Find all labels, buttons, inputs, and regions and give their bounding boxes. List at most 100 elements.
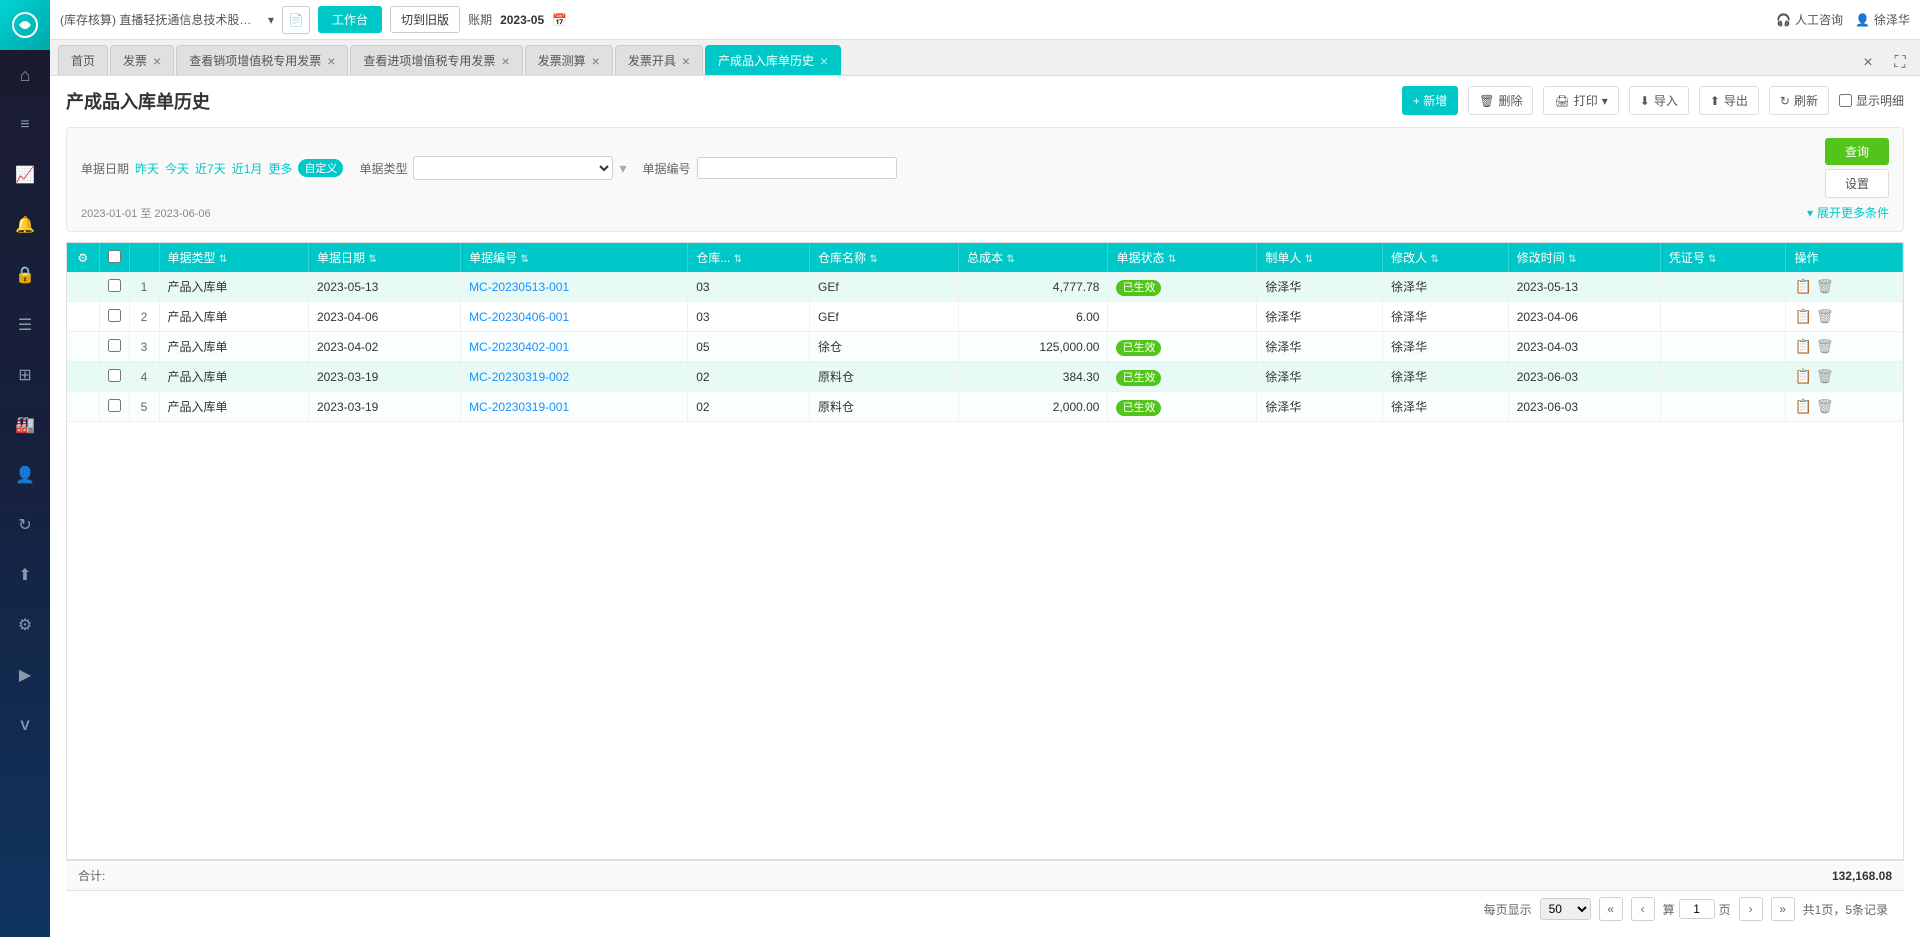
delete-button[interactable]: 🗑 删除 — [1468, 86, 1533, 115]
cell-number[interactable]: MC-20230513-001 — [461, 272, 688, 302]
tab-home[interactable]: 首页 — [58, 45, 108, 75]
th-warehouse-code[interactable]: 仓库... ⇅ — [688, 243, 810, 272]
switch-version-button[interactable]: 切到旧版 — [390, 6, 460, 33]
cell-number[interactable]: MC-20230406-001 — [461, 302, 688, 332]
th-type[interactable]: 单据类型 ⇅ — [159, 243, 308, 272]
sidebar-item-alert[interactable]: 🔔 — [0, 200, 50, 250]
sidebar-item-chart[interactable]: 📈 — [0, 150, 50, 200]
row-checkbox-2[interactable] — [108, 339, 121, 352]
number-link[interactable]: MC-20230402-001 — [469, 340, 569, 354]
cell-check[interactable] — [99, 272, 129, 302]
tab-product-history[interactable]: 产成品入库单历史 × — [705, 45, 841, 75]
sidebar-item-v[interactable]: V — [0, 700, 50, 750]
number-link[interactable]: MC-20230513-001 — [469, 280, 569, 294]
cell-number[interactable]: MC-20230402-001 — [461, 332, 688, 362]
th-warehouse-name[interactable]: 仓库名称 ⇅ — [810, 243, 959, 272]
th-voucher[interactable]: 凭证号 ⇅ — [1660, 243, 1786, 272]
th-number[interactable]: 单据编号 ⇅ — [461, 243, 688, 272]
per-page-select[interactable]: 50 100 200 — [1540, 898, 1591, 920]
print-button[interactable]: 🖨 打印 ▾ — [1543, 86, 1618, 115]
filter-type-select[interactable] — [413, 156, 613, 180]
first-page-btn[interactable]: « — [1599, 897, 1623, 921]
sidebar-item-cycle[interactable]: ↻ — [0, 500, 50, 550]
select-all-checkbox[interactable] — [108, 250, 121, 263]
filter-7days[interactable]: 近7天 — [195, 160, 226, 177]
sidebar-item-grid[interactable]: ⊞ — [0, 350, 50, 400]
filter-yesterday[interactable]: 昨天 — [135, 160, 159, 177]
cell-check[interactable] — [99, 362, 129, 392]
tab-maximize-btn[interactable]: ⛶ — [1888, 51, 1912, 75]
tab-close-all-btn[interactable]: × — [1856, 51, 1880, 75]
sidebar-item-lock[interactable]: 🔒 — [0, 250, 50, 300]
query-button[interactable]: 查询 — [1825, 138, 1889, 165]
document-icon[interactable]: 📄 — [282, 6, 310, 34]
tab-purchase-vat-close[interactable]: × — [501, 54, 509, 68]
cell-number[interactable]: MC-20230319-002 — [461, 362, 688, 392]
number-link[interactable]: MC-20230319-001 — [469, 400, 569, 414]
row-checkbox-4[interactable] — [108, 399, 121, 412]
sidebar-item-person[interactable]: 👤 — [0, 450, 50, 500]
cell-check[interactable] — [99, 392, 129, 422]
filter-today[interactable]: 今天 — [165, 160, 189, 177]
company-dropdown-btn[interactable]: ▾ — [268, 13, 274, 27]
row-checkbox-1[interactable] — [108, 309, 121, 322]
cell-check[interactable] — [99, 302, 129, 332]
import-button[interactable]: ⬇ 导入 — [1629, 86, 1689, 115]
th-date[interactable]: 单据日期 ⇅ — [308, 243, 460, 272]
refresh-button[interactable]: ↻ 刷新 — [1769, 86, 1829, 115]
calendar-icon[interactable]: 📅 — [552, 13, 567, 27]
tab-purchase-vat[interactable]: 查看进项增值税专用发票 × — [350, 45, 522, 75]
sidebar-item-play[interactable]: ▶ — [0, 650, 50, 700]
user-info[interactable]: 👤 徐泽华 — [1855, 11, 1910, 28]
edit-icon[interactable]: 📋 — [1794, 398, 1811, 415]
tab-invoice-open-close[interactable]: × — [682, 54, 690, 68]
prev-page-btn[interactable]: ‹ — [1631, 897, 1655, 921]
sidebar-item-settings[interactable]: ⚙ — [0, 600, 50, 650]
expand-btn[interactable]: ▾ 展开更多条件 — [1807, 204, 1889, 221]
workbench-button[interactable]: 工作台 — [318, 6, 382, 33]
edit-icon[interactable]: 📋 — [1794, 338, 1811, 355]
sidebar-item-upload[interactable]: ⬆ — [0, 550, 50, 600]
th-total-cost[interactable]: 总成本 ⇅ — [958, 243, 1108, 272]
th-gear[interactable]: ⚙ — [67, 243, 99, 272]
filter-number-input[interactable] — [697, 157, 897, 179]
th-check[interactable] — [99, 243, 129, 272]
service-button[interactable]: 🎧 人工咨询 — [1776, 11, 1843, 28]
edit-icon[interactable]: 📋 — [1794, 308, 1811, 325]
new-button[interactable]: + 新增 — [1402, 86, 1458, 115]
gear-icon[interactable]: ⚙ — [77, 251, 88, 265]
next-page-btn[interactable]: › — [1739, 897, 1763, 921]
sidebar-item-warehouse[interactable]: 🏭 — [0, 400, 50, 450]
tab-product-history-close[interactable]: × — [820, 54, 828, 68]
filter-more[interactable]: 更多 — [268, 160, 292, 177]
show-detail-checkbox[interactable] — [1839, 94, 1852, 107]
edit-icon[interactable]: 📋 — [1794, 278, 1811, 295]
edit-icon[interactable]: 📋 — [1794, 368, 1811, 385]
delete-row-icon[interactable]: 🗑 — [1816, 278, 1834, 295]
number-link[interactable]: MC-20230406-001 — [469, 310, 569, 324]
last-page-btn[interactable]: » — [1771, 897, 1795, 921]
number-link[interactable]: MC-20230319-002 — [469, 370, 569, 384]
tab-invoice-close[interactable]: × — [153, 54, 161, 68]
tab-sales-vat-close[interactable]: × — [327, 54, 335, 68]
tab-calc-close[interactable]: × — [592, 54, 600, 68]
filter-1month[interactable]: 近1月 — [232, 160, 263, 177]
delete-row-icon[interactable]: 🗑 — [1816, 308, 1834, 325]
sidebar-item-list[interactable]: ☰ — [0, 300, 50, 350]
th-creator[interactable]: 制单人 ⇅ — [1257, 243, 1383, 272]
filter-custom-badge[interactable]: 自定义 — [298, 159, 343, 177]
sidebar-item-document[interactable]: ≡ — [0, 100, 50, 150]
cell-number[interactable]: MC-20230319-001 — [461, 392, 688, 422]
row-checkbox-0[interactable] — [108, 279, 121, 292]
export-button[interactable]: ⬆ 导出 — [1699, 86, 1759, 115]
th-status[interactable]: 单据状态 ⇅ — [1108, 243, 1257, 272]
th-modify-time[interactable]: 修改时间 ⇅ — [1508, 243, 1660, 272]
tab-invoice[interactable]: 发票 × — [110, 45, 174, 75]
tab-calc[interactable]: 发票测算 × — [525, 45, 613, 75]
cell-check[interactable] — [99, 332, 129, 362]
th-modifier[interactable]: 修改人 ⇅ — [1383, 243, 1509, 272]
tab-invoice-open[interactable]: 发票开具 × — [615, 45, 703, 75]
page-input[interactable] — [1679, 899, 1715, 919]
delete-row-icon[interactable]: 🗑 — [1816, 368, 1834, 385]
show-detail-label[interactable]: 显示明细 — [1839, 92, 1904, 109]
